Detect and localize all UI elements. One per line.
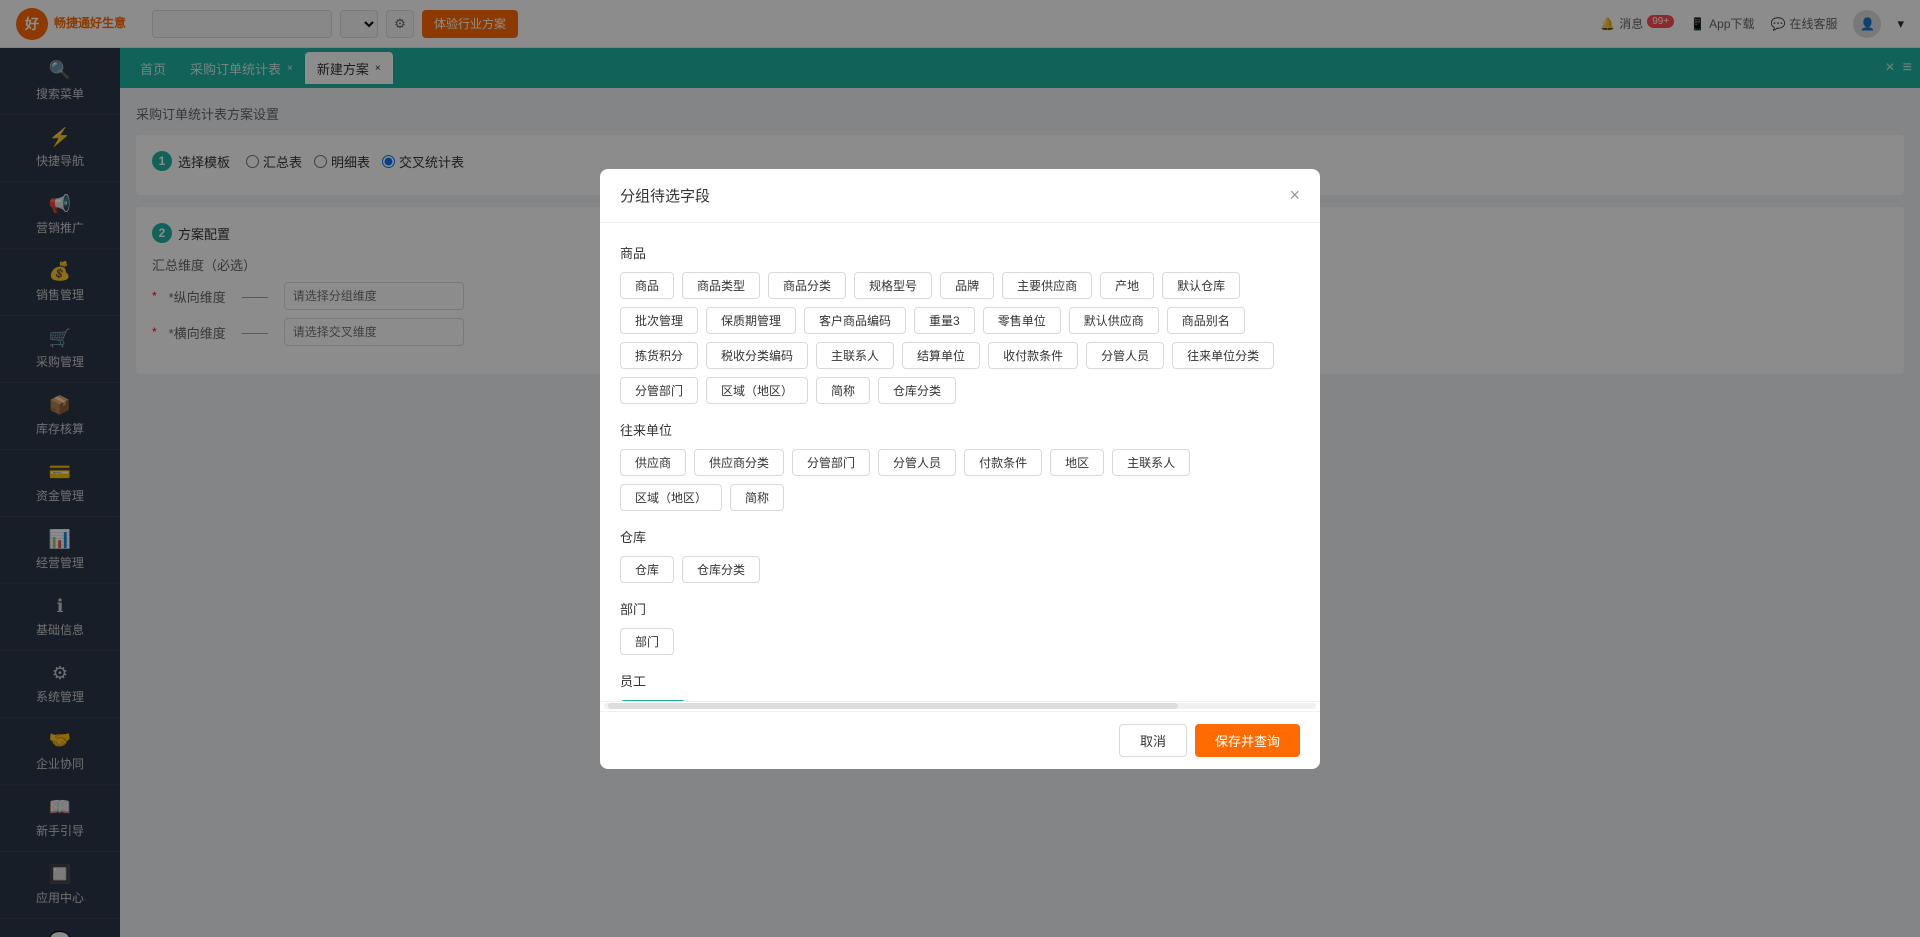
field-grid-partner: 供应商 供应商分类 分管部门 分管人员 付款条件 地区 主联系人 区域（地区） … <box>620 449 1300 511</box>
field-tag-dept-partner[interactable]: 分管部门 <box>792 449 870 476</box>
field-tag-product-category[interactable]: 商品分类 <box>768 272 846 299</box>
field-tag-settlement-unit[interactable]: 结算单位 <box>902 342 980 369</box>
field-tag-product[interactable]: 商品 <box>620 272 674 299</box>
field-tag-product-type[interactable]: 商品类型 <box>682 272 760 299</box>
section-title-staff: 员工 <box>620 671 1300 690</box>
field-tag-default-supplier[interactable]: 默认供应商 <box>1069 307 1159 334</box>
field-tag-short-name-product[interactable]: 简称 <box>816 377 870 404</box>
section-title-partner: 往来单位 <box>620 420 1300 439</box>
horizontal-scrollbar[interactable] <box>604 703 1316 709</box>
field-tag-default-warehouse[interactable]: 默认仓库 <box>1162 272 1240 299</box>
field-tag-tax-code[interactable]: 税收分类编码 <box>706 342 808 369</box>
field-grid-warehouse: 仓库 仓库分类 <box>620 556 1300 583</box>
field-tag-payment-cond[interactable]: 付款条件 <box>964 449 1042 476</box>
field-tag-warehouse[interactable]: 仓库 <box>620 556 674 583</box>
section-title-warehouse: 仓库 <box>620 527 1300 546</box>
modal-footer: 取消 保存并查询 <box>600 711 1320 769</box>
field-tag-brand[interactable]: 品牌 <box>940 272 994 299</box>
modal-title: 分组待选字段 <box>620 185 710 206</box>
field-tag-partner-category[interactable]: 往来单位分类 <box>1172 342 1274 369</box>
field-tag-product-alias[interactable]: 商品别名 <box>1167 307 1245 334</box>
cancel-button[interactable]: 取消 <box>1119 724 1187 757</box>
field-tag-origin[interactable]: 产地 <box>1100 272 1154 299</box>
field-tag-region-partner[interactable]: 区域（地区） <box>620 484 722 511</box>
confirm-button[interactable]: 保存并查询 <box>1195 724 1300 757</box>
field-tag-main-contact-partner[interactable]: 主联系人 <box>1112 449 1190 476</box>
field-tag-region-product[interactable]: 区域（地区） <box>706 377 808 404</box>
field-tag-payment-terms[interactable]: 收付款条件 <box>988 342 1078 369</box>
modal-close-button[interactable]: × <box>1289 185 1300 206</box>
field-tag-supervisor-partner[interactable]: 分管人员 <box>878 449 956 476</box>
field-tag-dept[interactable]: 部门 <box>620 628 674 655</box>
field-tag-batch-mgmt[interactable]: 批次管理 <box>620 307 698 334</box>
modal-header: 分组待选字段 × <box>600 169 1320 223</box>
field-tag-expiry-mgmt[interactable]: 保质期管理 <box>706 307 796 334</box>
field-tag-supervisor[interactable]: 分管人员 <box>1086 342 1164 369</box>
modal-scrollbar-area <box>600 701 1320 710</box>
field-grid-product: 商品 商品类型 商品分类 规格型号 品牌 主要供应商 产地 默认仓库 批次管理 … <box>620 272 1300 404</box>
scrollbar-thumb[interactable] <box>608 703 1178 709</box>
field-tag-retail-unit[interactable]: 零售单位 <box>983 307 1061 334</box>
field-tag-area[interactable]: 地区 <box>1050 449 1104 476</box>
field-tag-pick-points[interactable]: 拣货积分 <box>620 342 698 369</box>
field-tag-customer-code[interactable]: 客户商品编码 <box>804 307 906 334</box>
field-tag-supplier-category[interactable]: 供应商分类 <box>694 449 784 476</box>
field-tag-supplier[interactable]: 供应商 <box>620 449 686 476</box>
field-tag-weight3[interactable]: 重量3 <box>914 307 975 334</box>
section-title-dept: 部门 <box>620 599 1300 618</box>
field-tag-dept-in-charge[interactable]: 分管部门 <box>620 377 698 404</box>
field-tag-short-name-partner[interactable]: 简称 <box>730 484 784 511</box>
modal: 分组待选字段 × 商品 商品 商品类型 商品分类 规格型号 品牌 主要供应商 产… <box>600 169 1320 769</box>
field-tag-spec-model[interactable]: 规格型号 <box>854 272 932 299</box>
section-title-product: 商品 <box>620 243 1300 262</box>
field-tag-main-supplier[interactable]: 主要供应商 <box>1002 272 1092 299</box>
field-tag-warehouse-category[interactable]: 仓库分类 <box>878 377 956 404</box>
field-tag-main-contact[interactable]: 主联系人 <box>816 342 894 369</box>
modal-body: 商品 商品 商品类型 商品分类 规格型号 品牌 主要供应商 产地 默认仓库 批次… <box>600 223 1320 702</box>
modal-overlay: 分组待选字段 × 商品 商品 商品类型 商品分类 规格型号 品牌 主要供应商 产… <box>0 0 1920 937</box>
field-grid-dept: 部门 <box>620 628 1300 655</box>
field-tag-warehouse-cat[interactable]: 仓库分类 <box>682 556 760 583</box>
